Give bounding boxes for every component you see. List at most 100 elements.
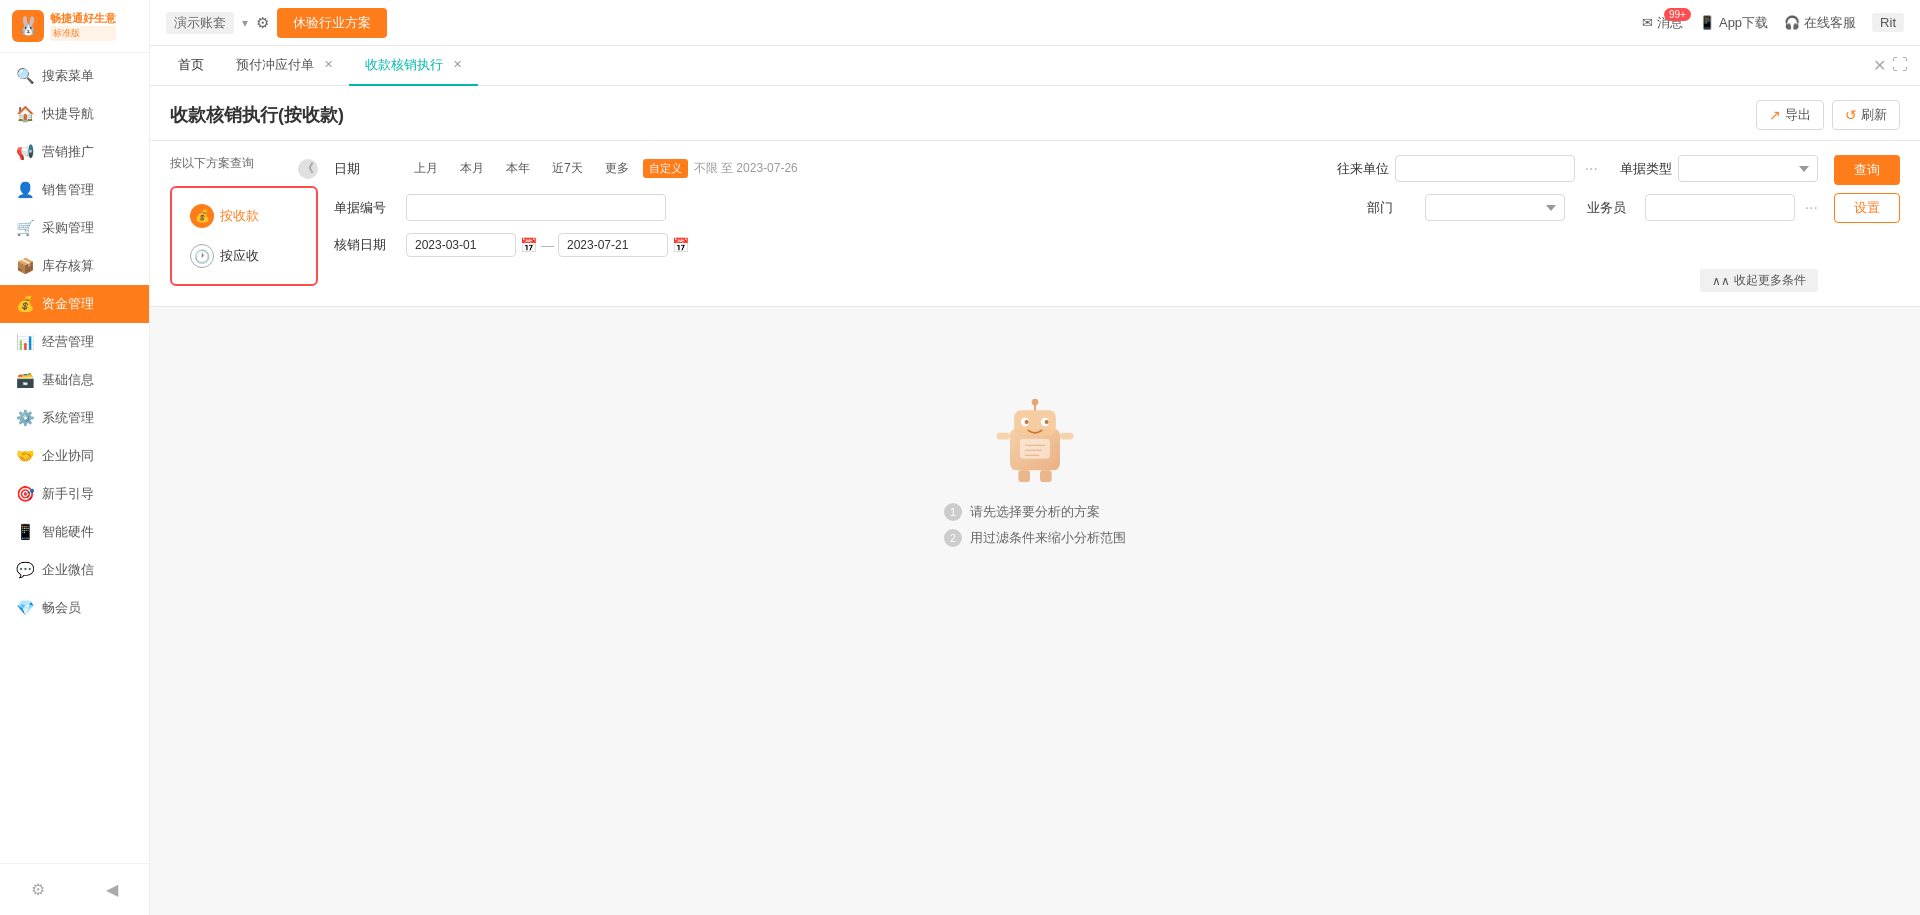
company-name[interactable]: 演示账套 [166,12,234,34]
panel-header-label: 按以下方案查询 [170,155,254,172]
dept-select[interactable] [1425,194,1565,221]
sidebar-item-guide[interactable]: 🎯 新手引导 [0,475,149,513]
verify-start-cal-icon[interactable]: 📅 [520,237,537,253]
refresh-button[interactable]: ↺ 刷新 [1832,100,1900,130]
this-year-btn[interactable]: 本年 [498,157,538,180]
gear-icon[interactable]: ⚙ [256,14,269,32]
svg-point-5 [1045,420,1049,424]
chevron-down-icon: ▾ [242,16,248,30]
left-filter-panel: 按以下方案查询 《 💰 按收款 🕐 按应收 [170,155,318,292]
logo-text: 畅捷通好生意 标准版 [50,11,116,41]
sales-icon: 👤 [16,181,34,199]
verify-end-cal-icon[interactable]: 📅 [672,237,689,253]
query-button[interactable]: 查询 [1834,155,1900,185]
sidebar-item-quick[interactable]: 🏠 快捷导航 [0,95,149,133]
sidebar-item-vip[interactable]: 💎 畅会员 [0,589,149,627]
svg-rect-10 [1018,470,1030,482]
dept-label: 部门 [1367,199,1419,217]
last-month-btn[interactable]: 上月 [406,157,446,180]
this-month-btn[interactable]: 本月 [452,157,492,180]
doc-no-input[interactable] [406,194,666,221]
user-name[interactable]: Rit [1872,13,1904,32]
more-date-btn[interactable]: 更多 [597,157,637,180]
export-button[interactable]: ↗ 导出 [1756,100,1824,130]
filter-row-3: 核销日期 📅 — 📅 [334,233,1818,257]
svg-rect-9 [1060,433,1073,440]
sidebar-item-inventory[interactable]: 📦 库存核算 [0,247,149,285]
filter-area: 按以下方案查询 《 💰 按收款 🕐 按应收 [150,141,1920,307]
top-bar-right: ✉ 消息 99+ 📱 App下载 🎧 在线客服 Rit [1642,13,1904,32]
sidebar-nav: 🔍 搜索菜单 🏠 快捷导航 📢 营销推广 👤 销售管理 🛒 采购管理 📦 库存核… [0,53,149,863]
staff-dots-icon[interactable]: ··· [1805,199,1818,217]
tab-prepay[interactable]: 预付冲应付单 ✕ [220,46,349,86]
operation-icon: 📊 [16,333,34,351]
sidebar-item-finance[interactable]: 💰 资金管理 [0,285,149,323]
guide-icon: 🎯 [16,485,34,503]
search-icon: 🔍 [16,67,34,85]
system-icon: ⚙️ [16,409,34,427]
unit-label: 往来单位 [1337,160,1389,178]
panel-item-by-receivable[interactable]: 🕐 按应收 [180,236,308,276]
svg-rect-8 [997,433,1010,440]
settings-bottom-icon[interactable]: ⚙ [25,874,51,905]
finance-icon: 💰 [16,295,34,313]
main-area: 演示账套 ▾ ⚙ 休验行业方案 ✉ 消息 99+ 📱 App下载 🎧 在线客服 … [150,0,1920,915]
sidebar-item-enterprise[interactable]: 🤝 企业协同 [0,437,149,475]
marketing-icon: 📢 [16,143,34,161]
receivable-icon: 🕐 [190,244,214,268]
sidebar-item-basic[interactable]: 🗃️ 基础信息 [0,361,149,399]
svg-point-7 [1032,399,1039,406]
filter-row-1: 日期 上月 本月 本年 近7天 更多 自定义 不限 至 2023-07-26 [334,155,1818,182]
collapse-sidebar-icon[interactable]: ◀ [100,874,124,905]
page-title: 收款核销执行(按收款) [170,103,344,127]
app-icon: 📱 [1699,15,1715,30]
message-button[interactable]: ✉ 消息 99+ [1642,14,1683,32]
tab-close-receivable[interactable]: ✕ [453,58,462,71]
sidebar-item-sales[interactable]: 👤 销售管理 [0,171,149,209]
sidebar-item-hardware[interactable]: 📱 智能硬件 [0,513,149,551]
verify-date-label: 核销日期 [334,236,386,254]
custom-date-badge[interactable]: 自定义 [643,159,688,178]
sidebar-item-operation[interactable]: 📊 经营管理 [0,323,149,361]
sidebar-item-marketing[interactable]: 📢 营销推广 [0,133,149,171]
panel-collapse-button[interactable]: 《 [298,159,318,179]
verify-end-input[interactable] [558,233,668,257]
panel-box: 💰 按收款 🕐 按应收 [170,186,318,286]
sidebar-item-purchase[interactable]: 🛒 采购管理 [0,209,149,247]
sidebar-item-search[interactable]: 🔍 搜索菜单 [0,57,149,95]
online-service-button[interactable]: 🎧 在线客服 [1784,14,1856,32]
tab-expand-icon[interactable]: ⛶ [1892,56,1908,75]
enterprise-icon: 🤝 [16,447,34,465]
staff-input[interactable] [1645,194,1795,221]
collapse-more-button[interactable]: ∧∧ 收起更多条件 [1700,269,1818,292]
verify-start-input[interactable] [406,233,516,257]
right-filter-panel: 日期 上月 本月 本年 近7天 更多 自定义 不限 至 2023-07-26 [334,155,1900,292]
tab-close-prepay[interactable]: ✕ [324,58,333,71]
panel-item-by-receipt[interactable]: 💰 按收款 [180,196,308,236]
vip-icon: 💎 [16,599,34,617]
sidebar-item-wechat[interactable]: 💬 企业微信 [0,551,149,589]
date-hint: 不限 至 2023-07-26 [694,160,798,177]
page-header: 收款核销执行(按收款) ↗ 导出 ↺ 刷新 [150,86,1920,141]
staff-label: 业务员 [1587,199,1639,217]
page-actions: ↗ 导出 ↺ 刷新 [1756,100,1900,130]
empty-illustration [985,387,1085,487]
tab-home[interactable]: 首页 [162,46,220,86]
empty-tip-2: 2 用过滤条件来缩小分析范围 [944,529,1126,547]
svg-rect-1 [1014,410,1056,435]
action-buttons: 查询 设置 [1834,155,1900,292]
svg-rect-11 [1040,470,1052,482]
collapse-icon: ∧∧ [1712,274,1730,288]
industry-button[interactable]: 休验行业方案 [277,8,387,38]
unit-dots-icon[interactable]: ··· [1585,160,1598,178]
unit-input[interactable] [1395,155,1575,182]
doc-type-select[interactable] [1678,155,1818,182]
filter-settings-button[interactable]: 设置 [1834,193,1900,223]
sidebar: 🐰 畅捷通好生意 标准版 🔍 搜索菜单 🏠 快捷导航 📢 营销推广 👤 销售管理… [0,0,150,915]
sidebar-item-system[interactable]: ⚙️ 系统管理 [0,399,149,437]
empty-tip-1: 1 请先选择要分析的方案 [944,503,1126,521]
tab-receivable[interactable]: 收款核销执行 ✕ [349,46,478,86]
last-7-days-btn[interactable]: 近7天 [544,157,591,180]
app-download-button[interactable]: 📱 App下载 [1699,14,1768,32]
tab-close-all-icon[interactable]: ✕ [1873,56,1886,75]
